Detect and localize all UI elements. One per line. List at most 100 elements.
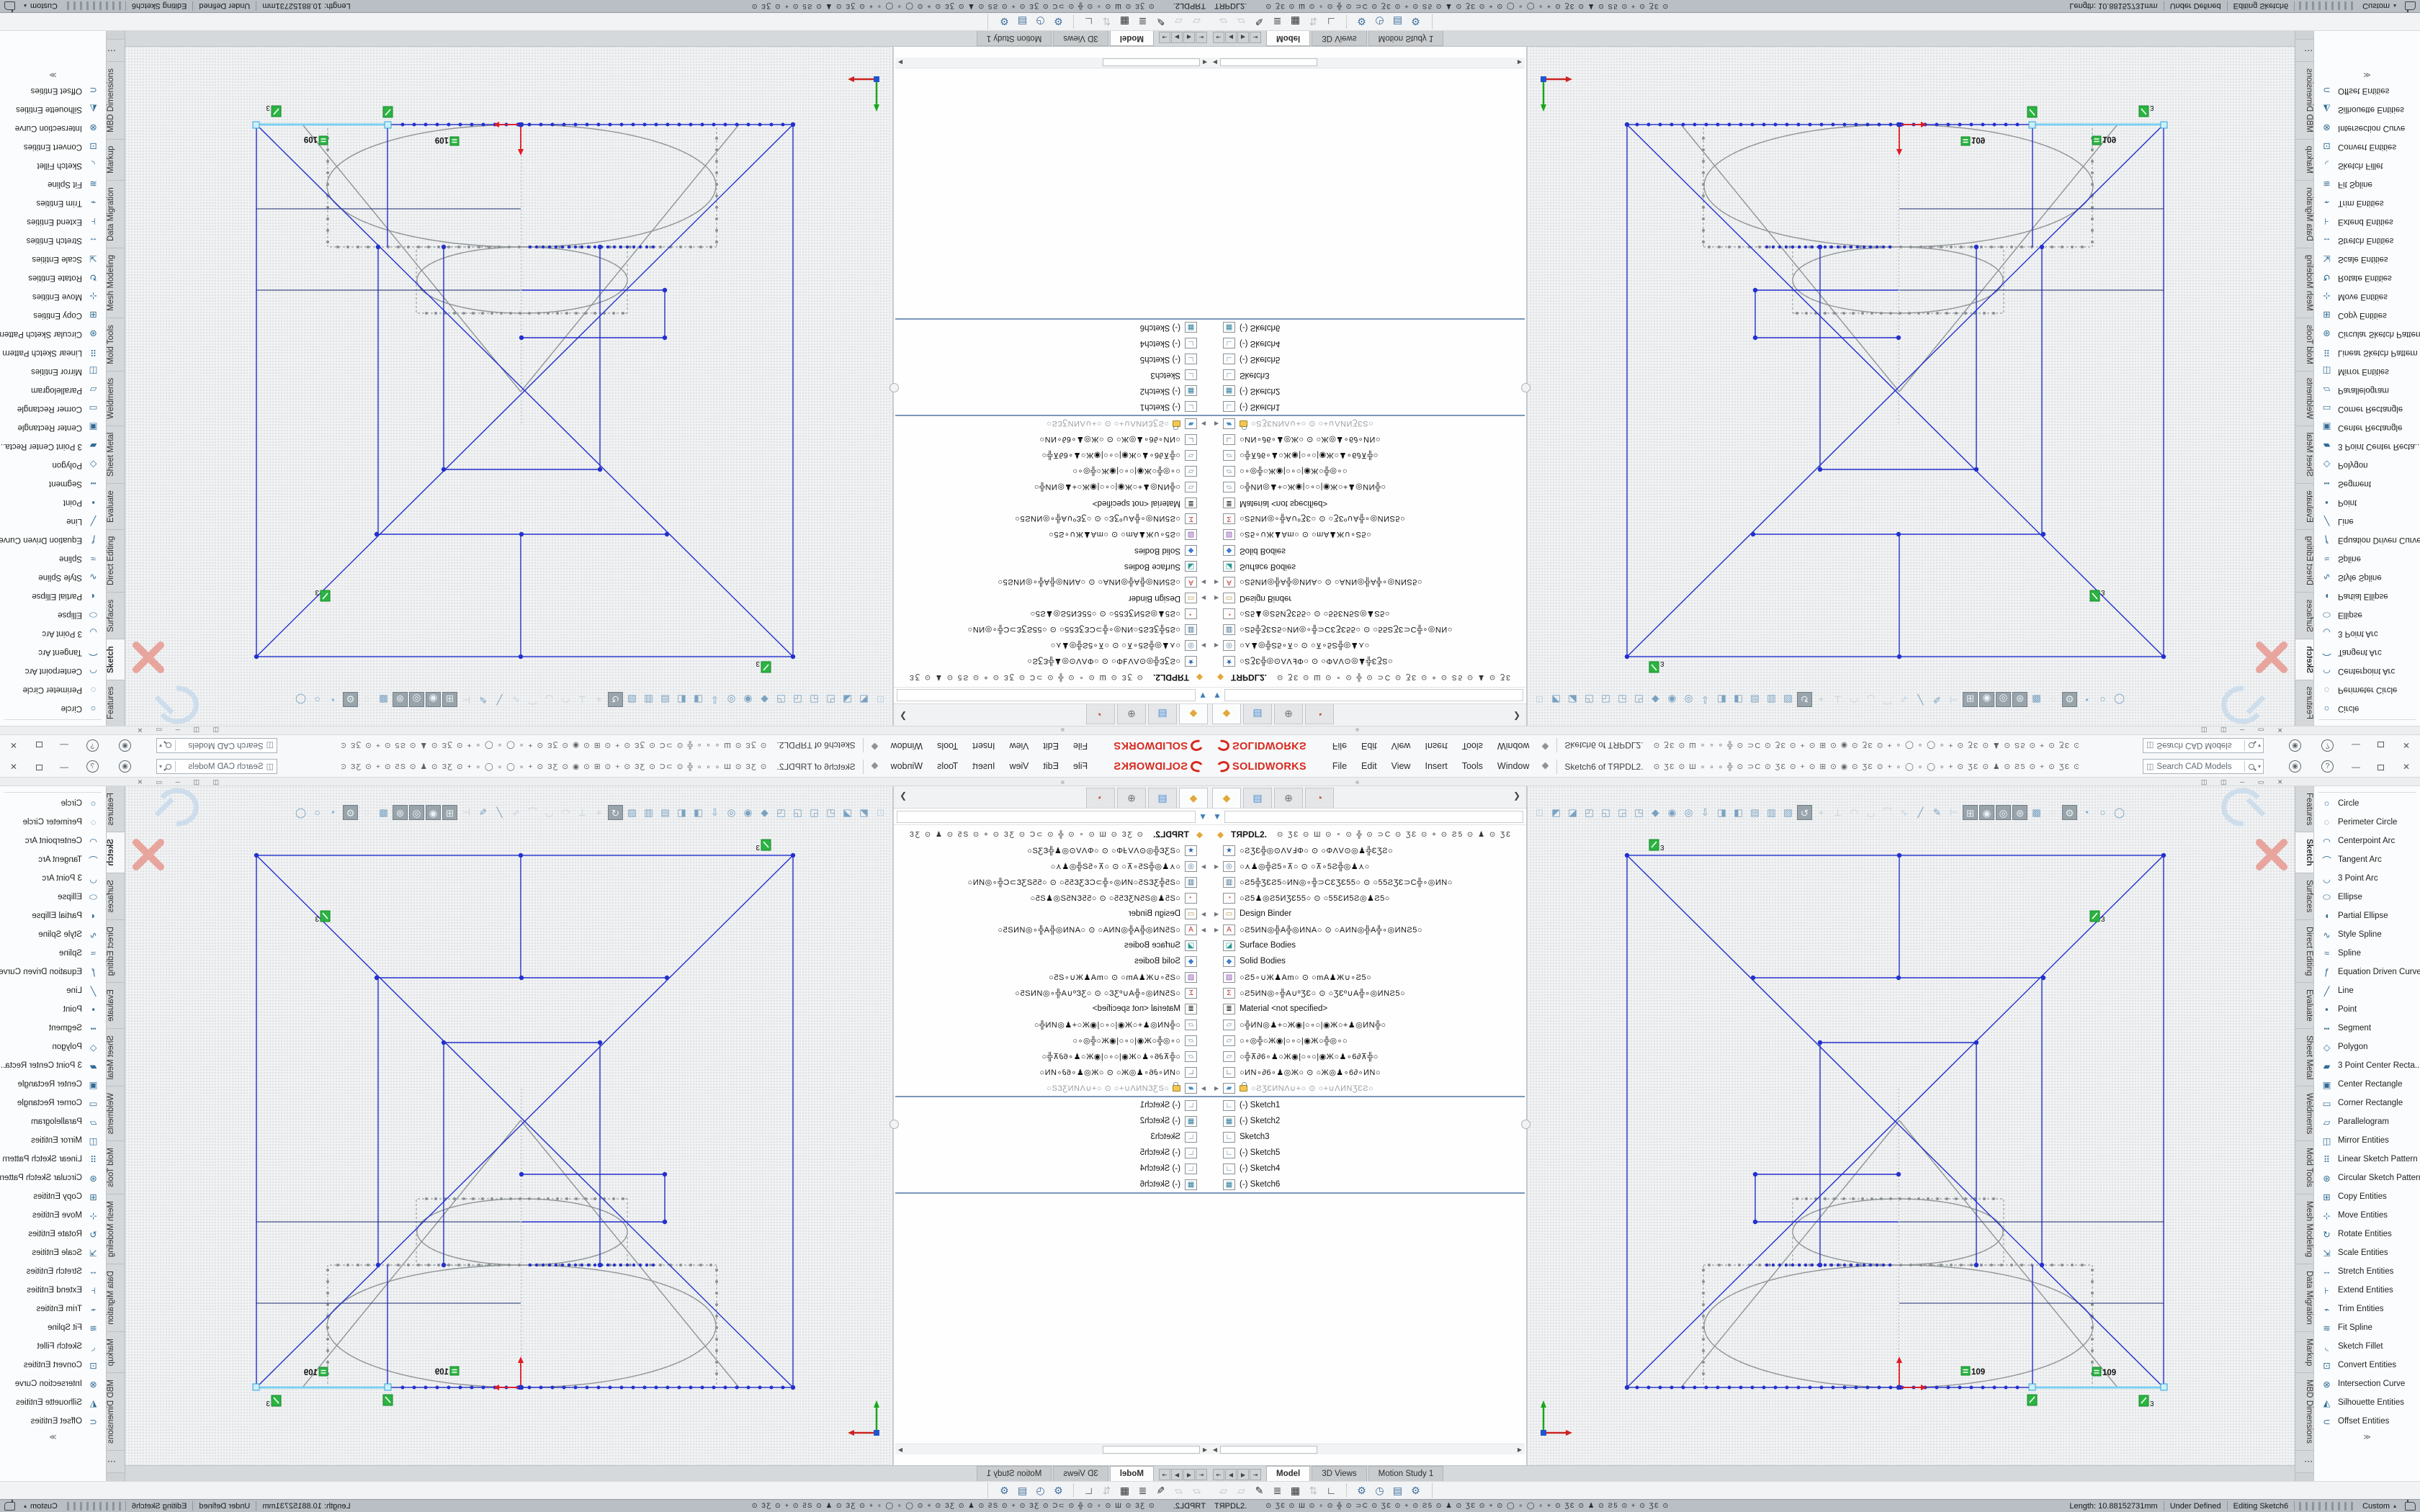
bottom-toolbar-icon-5[interactable]: ⇅ — [1304, 16, 1322, 28]
pin-icon[interactable] — [1541, 762, 1549, 771]
tool-partial-ellipse[interactable]: ◖Partial Ellipse — [0, 587, 106, 606]
tool-segment[interactable]: ┅Segment — [0, 474, 106, 493]
tool-stretch-entities[interactable]: ↔Stretch Entities — [2314, 1262, 2420, 1281]
tool-point[interactable]: ▪Point — [2314, 493, 2420, 512]
dimxpertmanager-tab[interactable]: ◔ — [1086, 704, 1115, 724]
search-box[interactable]: ◫ Search CAD Models ▾ — [156, 759, 277, 774]
dimxpertmanager-tab[interactable]: ◔ — [1305, 788, 1334, 808]
command-tab-sketch[interactable]: Sketch — [107, 832, 125, 873]
expander-icon[interactable]: ▶ — [1197, 643, 1206, 649]
tree-row-garbled-2[interactable]: ▥○Ƨ5╬ƷƐƧ5○ИN◎∘╬⊃CƐƷƐ55○ ⊙ ○55ƧƷƐ⊃C╬∘◎ИN○ — [895, 874, 1210, 890]
tree-horizontal-scrollbar[interactable]: ◀ ▶ — [895, 58, 1210, 68]
tree-horizontal-scrollbar[interactable]: ◀ ▶ — [1210, 1444, 1525, 1454]
tree-row-sketch4[interactable]: ∟(-) Sketch4 — [895, 336, 1210, 351]
help-icon[interactable]: ? — [86, 760, 99, 773]
tree-row-garbled-3[interactable]: ◔○Ƨ5♟◎Ƨ5ИƷƐ55○ ⊙ ○55ƐИ5Ƨ◎♟Ƨ5○ — [1210, 890, 1525, 906]
tree-row-sketch5[interactable]: ∟(-) Sketch5 — [1210, 1145, 1525, 1161]
tool-circle[interactable]: ○Circle — [2314, 699, 2420, 718]
display-style-dropdown[interactable]: Custom ▴ — [2358, 1502, 2401, 1511]
tool-rotate-entities[interactable]: ↻Rotate Entities — [0, 269, 106, 287]
bottom-toolbar-icon-0[interactable]: ▱ — [1188, 16, 1206, 28]
tree-row-garbled-12[interactable]: ▱○∘◎╬○Ж◉|○∘○|◉Ж○╬◎∘○ — [895, 1032, 1210, 1048]
pin-icon[interactable] — [1541, 742, 1549, 750]
bottom-toolbar-icon-8[interactable]: ⚙ — [1049, 1485, 1067, 1497]
tool-spline[interactable]: ≈Spline — [0, 549, 106, 568]
bottom-toolbar-icon-2[interactable]: ✎ — [1152, 1485, 1170, 1497]
close-button[interactable]: ✕ — [2396, 737, 2417, 754]
tool-move-entities[interactable]: ⊹Move Entities — [2314, 1206, 2420, 1225]
expander-icon[interactable]: ▶ — [1197, 421, 1206, 428]
menu-view[interactable]: View — [1384, 735, 1418, 756]
vcr-button[interactable]: ⇤ — [1196, 1469, 1207, 1480]
tree-row-garbled-11[interactable]: ▱○╬ИN◎♟+○Ж◉|○∘○|◉Ж○+♟◎ИN╬○ — [1210, 480, 1525, 495]
menu-insert[interactable]: Insert — [965, 756, 1002, 777]
tool-sketch-fillet[interactable]: ◟Sketch Fillet — [2314, 156, 2420, 175]
bottom-toolbar-icon-9[interactable]: ◷ — [1371, 16, 1389, 28]
command-tab-markup[interactable]: Markup — [2295, 139, 2313, 180]
tool-perimeter-circle[interactable]: ◌Perimeter Circle — [2314, 680, 2420, 699]
tree-row-garbled-2[interactable]: ▥○Ƨ5╬ƷƐƧ5○ИN◎∘╬⊃CƐƷƐ55○ ⊙ ○55ƧƷƐ⊃C╬∘◎ИN○ — [895, 622, 1210, 638]
account-icon[interactable]: ◉ — [119, 760, 131, 773]
tree-row-garbled-11[interactable]: ▱○╬ИN◎♟+○Ж◉|○∘○|◉Ж○+♟◎ИN╬○ — [895, 1017, 1210, 1032]
tool-mirror-entities[interactable]: ◫Mirror Entities — [2314, 362, 2420, 381]
bottom-toolbar-icon-4[interactable]: ▦ — [1116, 1485, 1134, 1497]
bottom-toolbar-icon-8[interactable]: ⚙ — [1353, 16, 1371, 28]
doc-tab-3d-views[interactable]: 3D Views — [1312, 1466, 1366, 1481]
tree-horizontal-scrollbar[interactable]: ◀ ▶ — [1210, 58, 1525, 68]
search-icon[interactable] — [166, 743, 171, 749]
tree-row-garbled-1[interactable]: ▶◎○⋏♟◎╬Ƨ5∘⊼○ ⊙ ○⊼∘5Ƨ╬◎♟⋏○ — [895, 638, 1210, 654]
tool-equation-driven-curve[interactable]: ƒEquation Driven Curve — [2314, 963, 2420, 981]
configurationmanager-tab[interactable]: ⊕ — [1274, 788, 1303, 808]
tree-row-solid-bodies[interactable]: ◆Solid Bodies — [1210, 953, 1525, 969]
tool-rotate-entities[interactable]: ↻Rotate Entities — [2314, 269, 2420, 287]
tree-row-material-not-specified[interactable]: ≣Material <not specified> — [1210, 495, 1525, 511]
tree-horizontal-scrollbar[interactable]: ◀ ▶ — [895, 1444, 1210, 1454]
tool-parallelogram[interactable]: ▱Parallelogram — [2314, 1112, 2420, 1131]
tool-3-point-arc[interactable]: ◡3 Point Arc — [0, 869, 106, 888]
tree-row-sketch5[interactable]: ∟(-) Sketch5 — [895, 1145, 1210, 1161]
display-style-dropdown[interactable]: Custom ▴ — [19, 1502, 62, 1511]
vcr-button[interactable]: ⇥ — [1250, 1469, 1261, 1480]
doc-tab-model[interactable]: Model — [1266, 1466, 1310, 1481]
more-tools-chevron[interactable]: ≫ — [0, 1434, 106, 1441]
search-dropdown-icon[interactable]: ▾ — [2258, 742, 2261, 749]
scroll-left-icon[interactable]: ◀ — [1210, 60, 1220, 66]
tool-segment[interactable]: ┅Segment — [2314, 474, 2420, 493]
sketch-gray-entities[interactable] — [1681, 1120, 2118, 1387]
pin-icon[interactable] — [871, 762, 879, 771]
tool-sketch-fillet[interactable]: ◟Sketch Fillet — [0, 156, 106, 175]
vcr-button[interactable]: ▶ — [1237, 32, 1249, 43]
tree-row-sketch1[interactable]: ∟(-) Sketch1 — [895, 399, 1210, 415]
propertymanager-tab[interactable]: ▤ — [1148, 788, 1177, 808]
menu-file[interactable]: File — [1325, 735, 1354, 756]
tool-point[interactable]: ▪Point — [2314, 1000, 2420, 1019]
panel-more-arrow[interactable]: ❯ — [1513, 791, 1520, 801]
tree-row-sketch4[interactable]: ∟(-) Sketch4 — [1210, 1161, 1525, 1176]
bottom-toolbar-icon-3[interactable]: ≣ — [1268, 1485, 1286, 1497]
tool-silhouette-entities[interactable]: ◭Silhouette Entities — [0, 1393, 106, 1412]
tag-glove-icon[interactable] — [4, 1502, 15, 1511]
tree-row-sketch6[interactable]: ▦(-) Sketch6 — [895, 320, 1210, 336]
tree-row-solid-bodies[interactable]: ◆Solid Bodies — [895, 953, 1210, 969]
bottom-toolbar-icon-2[interactable]: ✎ — [1250, 1485, 1268, 1497]
more-tools-chevron[interactable]: ≫ — [2314, 71, 2420, 78]
restore-button[interactable] — [2370, 737, 2391, 754]
selected-endpoint-1[interactable] — [2029, 122, 2035, 128]
menu-tools[interactable]: Tools — [1455, 735, 1490, 756]
tool-convert-entities[interactable]: ⊡Convert Entities — [2314, 138, 2420, 156]
close-button[interactable]: ✕ — [3, 758, 24, 775]
tree-row-material-not-specified[interactable]: ≣Material <not specified> — [1210, 1001, 1525, 1017]
tool-partial-ellipse[interactable]: ◖Partial Ellipse — [0, 906, 106, 925]
tree-row-solid-bodies[interactable]: ◆Solid Bodies — [895, 543, 1210, 559]
sketch-blue-entities[interactable] — [256, 125, 793, 657]
tool-partial-ellipse[interactable]: ◖Partial Ellipse — [2314, 906, 2420, 925]
bottom-toolbar-icon-5[interactable]: ⇅ — [1304, 1485, 1322, 1497]
tool-move-entities[interactable]: ⊹Move Entities — [0, 1206, 106, 1225]
command-tab-direct-editing[interactable]: Direct Editing — [2295, 920, 2313, 983]
scroll-thumb[interactable] — [1220, 1446, 1317, 1454]
close-button[interactable]: ✕ — [2396, 758, 2417, 775]
document-window-controls[interactable]: ◫ ◫ ─ ▭ ✕ — [132, 726, 219, 734]
tool-convert-entities[interactable]: ⊡Convert Entities — [2314, 1356, 2420, 1374]
selected-endpoint-2[interactable] — [2161, 122, 2167, 128]
tool-mirror-entities[interactable]: ◫Mirror Entities — [2314, 1131, 2420, 1150]
